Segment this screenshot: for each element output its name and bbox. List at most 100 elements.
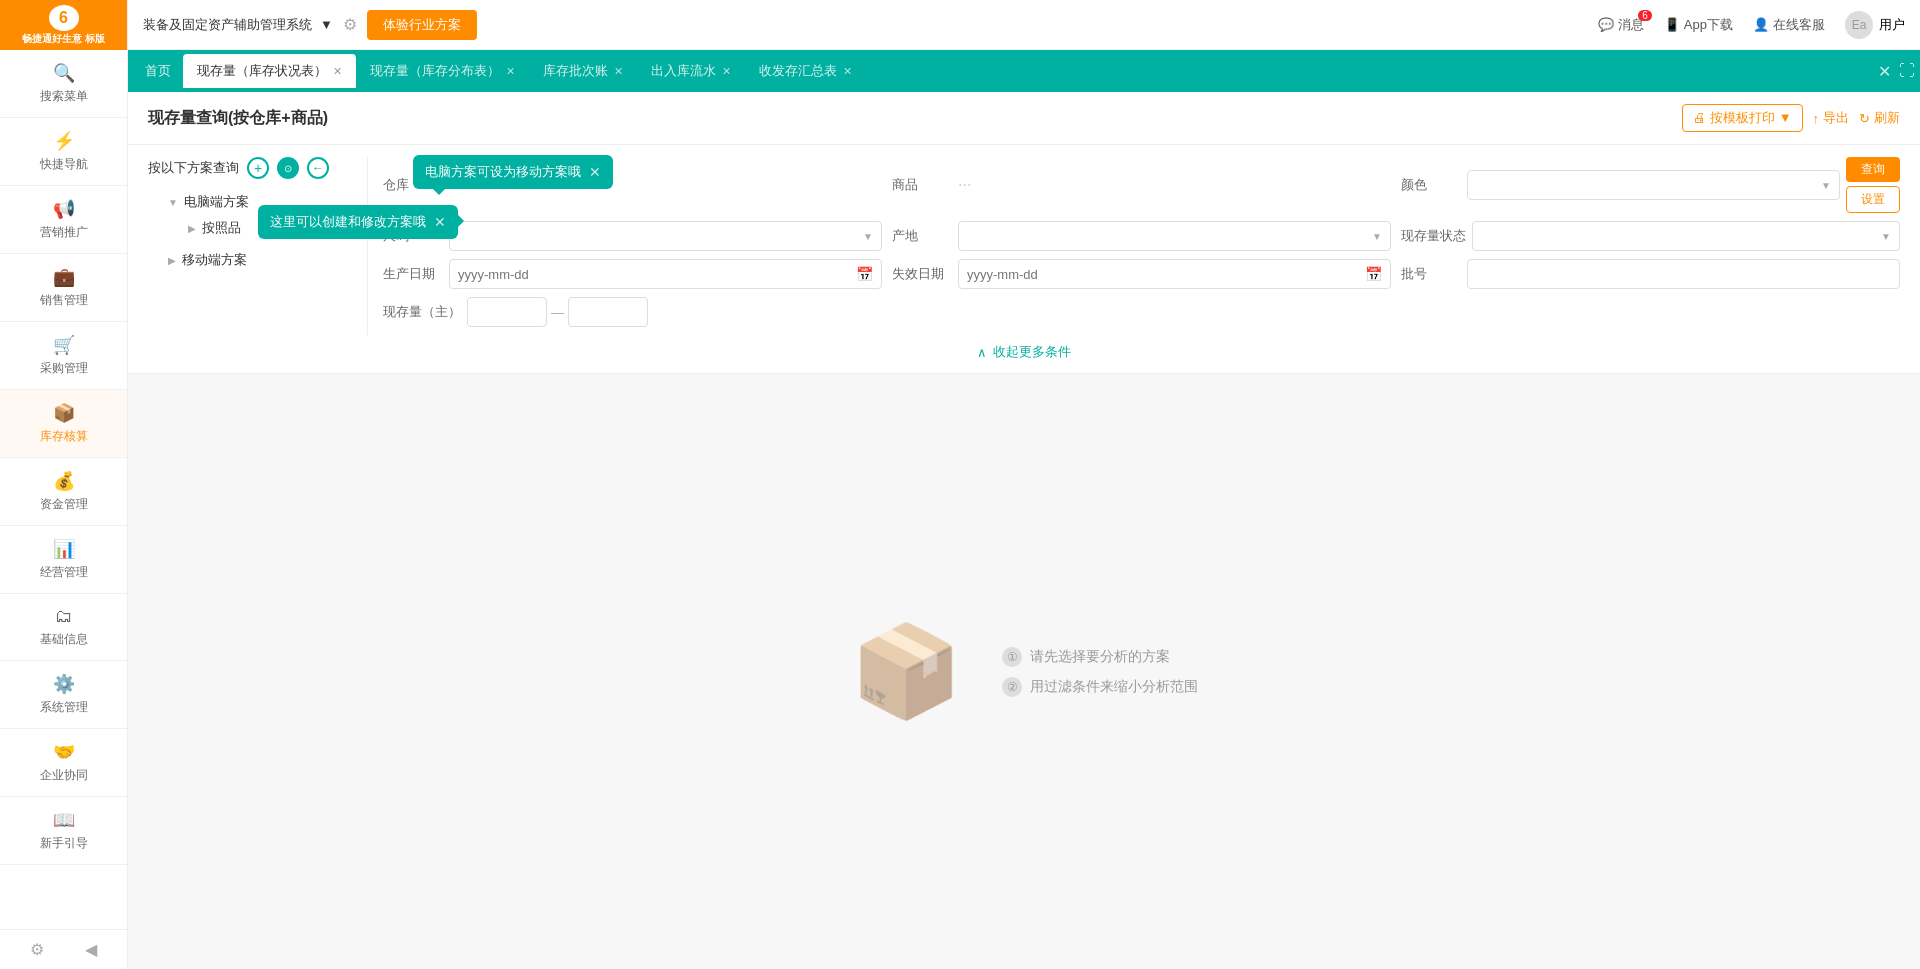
stock-main-field: 现存量（主） — <box>383 297 882 327</box>
service-icon: 👤 <box>1753 17 1769 32</box>
sidebar-item-label: 基础信息 <box>40 631 88 648</box>
add-scenario-btn[interactable]: + <box>247 157 269 179</box>
empty-step-1-label: 请先选择要分析的方案 <box>1030 648 1170 666</box>
sidebar-item-operations[interactable]: 📊 经营管理 <box>0 526 127 594</box>
basic-info-icon: 🗂 <box>55 606 73 627</box>
empty-step-2: ② 用过滤条件来缩小分析范围 <box>1002 677 1198 697</box>
stock-range: — <box>467 297 882 327</box>
sidebar-item-basic-info[interactable]: 🗂 基础信息 <box>0 594 127 661</box>
range-separator: — <box>551 305 564 320</box>
stock-main-label: 现存量（主） <box>383 303 461 321</box>
reset-btn[interactable]: 设置 <box>1846 186 1900 213</box>
tab-close-icon[interactable]: ✕ <box>843 65 852 78</box>
system-selector[interactable]: 装备及固定资产辅助管理系统 ▼ <box>143 16 333 34</box>
produce-date-text[interactable] <box>458 267 852 282</box>
sidebar-item-cooperation[interactable]: 🤝 企业协同 <box>0 729 127 797</box>
top-bar: 装备及固定资产辅助管理系统 ▼ ⚙ 体验行业方案 💬 消息 6 📱 App下载 … <box>128 0 1920 50</box>
industry-btn[interactable]: 体验行业方案 <box>367 10 477 40</box>
printer-icon: 🖨 <box>1693 110 1706 125</box>
refresh-btn[interactable]: ↻ 刷新 <box>1859 109 1900 127</box>
sidebar-item-search[interactable]: 🔍 搜索菜单 <box>0 50 127 118</box>
app-download-btn[interactable]: 📱 App下载 <box>1664 16 1733 34</box>
sidebar-item-label: 资金管理 <box>40 496 88 513</box>
color-field: 颜色 ▼ 查询 设置 <box>1401 157 1900 213</box>
tab-close-icon[interactable]: ✕ <box>614 65 623 78</box>
sidebar-item-guide[interactable]: 📖 新手引导 <box>0 797 127 865</box>
goods-label: 商品 <box>892 176 952 194</box>
online-service-btn[interactable]: 👤 在线客服 <box>1753 16 1825 34</box>
quick-nav-icon: ⚡ <box>53 130 75 152</box>
sidebar-item-label: 新手引导 <box>40 835 88 852</box>
batch-input[interactable] <box>1467 259 1900 289</box>
collapse-more-btn[interactable]: ∧ 收起更多条件 <box>148 343 1900 361</box>
size-select-arrow: ▼ <box>863 231 873 242</box>
marketing-icon: 📢 <box>53 198 75 220</box>
notice-btn[interactable]: 💬 消息 6 <box>1598 16 1644 34</box>
expire-date-input[interactable]: 📅 <box>958 259 1391 289</box>
sidebar-item-label: 经营管理 <box>40 564 88 581</box>
logo-text: 畅捷通好生意 标版 <box>22 33 105 45</box>
expire-date-field: 失效日期 📅 <box>892 259 1391 289</box>
avatar: Ea <box>1845 11 1873 39</box>
sidebar-item-quick-nav[interactable]: ⚡ 快捷导航 <box>0 118 127 186</box>
query-btn[interactable]: 查询 <box>1846 157 1900 182</box>
stock-status-select[interactable]: ▼ <box>1472 221 1900 251</box>
refresh-icon: ↻ <box>1859 111 1870 126</box>
tab-close-icon[interactable]: ✕ <box>333 65 342 78</box>
sidebar-bottom: ⚙ ◀ <box>0 929 127 969</box>
origin-select[interactable]: ▼ <box>958 221 1391 251</box>
sidebar-item-marketing[interactable]: 📢 营销推广 <box>0 186 127 254</box>
tab-inout-flow[interactable]: 出入库流水 ✕ <box>637 54 745 88</box>
export-label: 导出 <box>1823 109 1849 127</box>
page-actions: 🖨 按模板打印 ▼ ↑ 导出 ↻ 刷新 <box>1682 104 1900 132</box>
sidebar-item-inventory[interactable]: 📦 库存核算 <box>0 390 127 458</box>
filter-label: 按以下方案查询 <box>148 159 239 177</box>
collapse-btn[interactable]: ◀ <box>85 940 97 959</box>
tab-close-icon[interactable]: ✕ <box>506 65 515 78</box>
origin-label: 产地 <box>892 227 952 245</box>
tooltip-close-icon[interactable]: ✕ <box>434 214 446 230</box>
back-btn[interactable]: ← <box>307 157 329 179</box>
tab-summary[interactable]: 收发存汇总表 ✕ <box>745 54 866 88</box>
tab-stock-dist[interactable]: 现存量（库存分布表） ✕ <box>356 54 529 88</box>
tab-home[interactable]: 首页 <box>133 54 183 88</box>
collapse-label: 收起更多条件 <box>993 343 1071 361</box>
tab-stock-status[interactable]: 现存量（库存状况表） ✕ <box>183 54 356 88</box>
tab-close-icon[interactable]: ✕ <box>722 65 731 78</box>
expire-date-label: 失效日期 <box>892 265 952 283</box>
sidebar-item-system[interactable]: ⚙️ 系统管理 <box>0 661 127 729</box>
template-print-btn[interactable]: 🖨 按模板打印 ▼ <box>1682 104 1802 132</box>
tooltip-close-icon[interactable]: ✕ <box>589 164 601 180</box>
tab-expand-icon[interactable]: ⛶ <box>1899 62 1915 81</box>
export-btn[interactable]: ↑ 导出 <box>1813 109 1850 127</box>
sidebar-item-sales[interactable]: 💼 销售管理 <box>0 254 127 322</box>
produce-date-input[interactable]: 📅 <box>449 259 882 289</box>
sidebar-item-finance[interactable]: 💰 资金管理 <box>0 458 127 526</box>
batch-label: 批号 <box>1401 265 1461 283</box>
scenario-mobile-item[interactable]: ▶ 移动端方案 <box>168 247 357 273</box>
expire-date-text[interactable] <box>967 267 1361 282</box>
settings-btn[interactable]: ⚙ <box>30 940 44 959</box>
stock-range-max[interactable] <box>568 297 648 327</box>
sidebar-item-purchase[interactable]: 🛒 采购管理 <box>0 322 127 390</box>
search-icon: 🔍 <box>53 62 75 84</box>
guide-icon: 📖 <box>53 809 75 831</box>
inventory-icon: 📦 <box>53 402 75 424</box>
sidebar: 6 畅捷通好生意 标版 🔍 搜索菜单 ⚡ 快捷导航 📢 营销推广 💼 销售管理 … <box>0 0 128 969</box>
batch-field: 批号 <box>1401 259 1900 289</box>
tooltip-text: 电脑方案可设为移动方案哦 <box>425 163 581 181</box>
notice-icon: 💬 <box>1598 17 1614 32</box>
size-select[interactable]: ▼ <box>449 221 882 251</box>
gear-icon[interactable]: ⚙ <box>343 15 357 34</box>
circle-btn[interactable]: ⊙ <box>277 157 299 179</box>
sidebar-item-label: 采购管理 <box>40 360 88 377</box>
scenario-mobile-label: 移动端方案 <box>182 251 247 269</box>
tab-batch-ledger[interactable]: 库存批次账 ✕ <box>529 54 637 88</box>
tab-bar-actions: ✕ ⛶ <box>1878 62 1915 81</box>
stock-range-min[interactable] <box>467 297 547 327</box>
tab-close-all-icon[interactable]: ✕ <box>1878 62 1891 81</box>
user-label: 用户 <box>1879 16 1905 34</box>
user-info[interactable]: Ea 用户 <box>1845 11 1905 39</box>
origin-select-arrow: ▼ <box>1372 231 1382 242</box>
color-select[interactable]: ▼ <box>1467 170 1840 200</box>
